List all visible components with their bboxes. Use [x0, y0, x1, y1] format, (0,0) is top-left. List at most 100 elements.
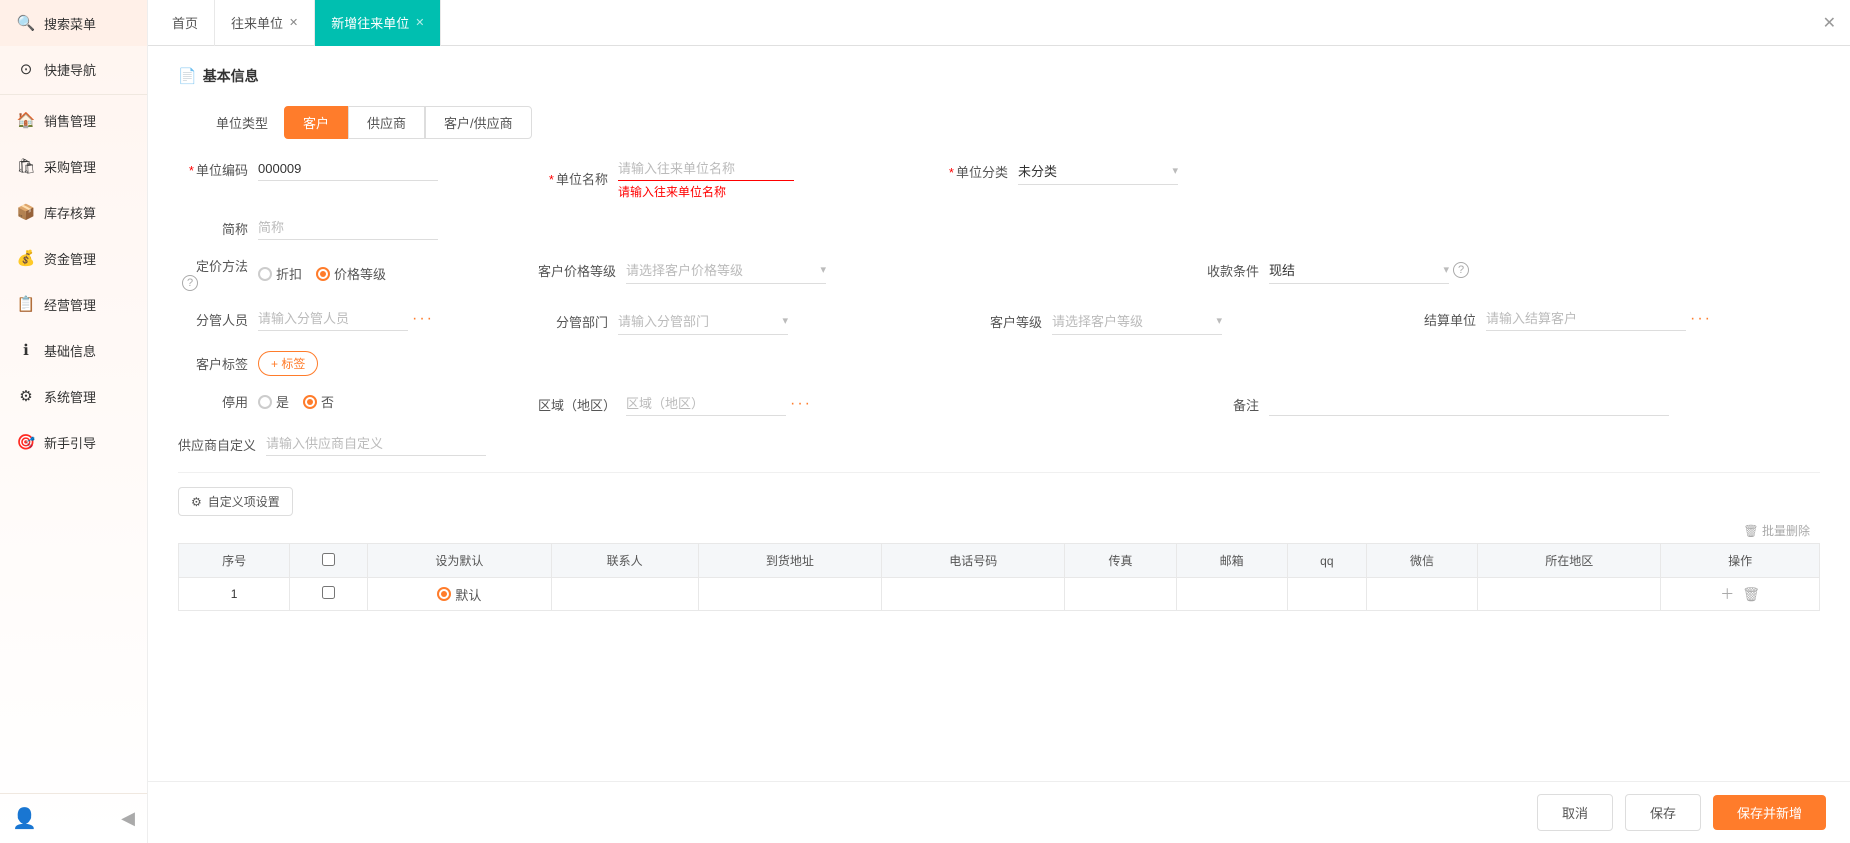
disable-yes[interactable]: 是 — [258, 392, 289, 411]
tab-partners[interactable]: 往来单位 ✕ — [215, 0, 315, 46]
sidebar-item-label: 资金管理 — [44, 249, 96, 268]
sales-icon: 🏠 — [16, 110, 36, 130]
sidebar-item-label: 销售管理 — [44, 111, 96, 130]
table-section: ⚙ 自定义项设置 🗑 批量删除 序号 设为默认 联系人 到货地址 — [178, 472, 1820, 611]
unit-type-row: 单位类型 客户 供应商 客户/供应商 — [178, 106, 1820, 139]
main-area: 首页 往来单位 ✕ 新增往来单位 ✕ ✕ 📄 基本信息 单位类型 客户 供应商 — [148, 0, 1850, 843]
row-checkbox[interactable] — [322, 586, 335, 599]
price-level-select[interactable]: 请选择客户价格等级 ▾ — [626, 256, 826, 284]
add-row-button[interactable]: ＋ — [1720, 584, 1734, 604]
col-address: 到货地址 — [698, 544, 881, 578]
pricing-discount-radio[interactable] — [258, 267, 272, 281]
delete-row-button[interactable]: 🗑 — [1742, 586, 1760, 603]
sidebar-item-purchase[interactable]: 🛍 采购管理 — [0, 143, 147, 189]
field-supplier-custom: 供应商自定义 — [178, 432, 598, 456]
inventory-icon: 📦 — [16, 202, 36, 222]
notes-input[interactable] — [1269, 392, 1669, 416]
name-input[interactable] — [618, 157, 794, 181]
manager-dots[interactable]: ··· — [408, 310, 438, 328]
cancel-button[interactable]: 取消 — [1537, 794, 1613, 831]
dept-placeholder: 请输入分管部门 — [618, 311, 778, 330]
row-pricing: 定价方法 ? 折扣 价格等级 — [178, 256, 1820, 291]
unit-type-customer[interactable]: 客户 — [284, 106, 348, 139]
row-location — [1478, 578, 1661, 611]
save-button[interactable]: 保存 — [1625, 794, 1701, 831]
disable-no-radio[interactable] — [303, 395, 317, 409]
field-pricing-method: 定价方法 ? 折扣 价格等级 — [178, 256, 518, 291]
sidebar-item-search[interactable]: 🔍 搜索菜单 — [0, 0, 147, 46]
category-label: *单位分类 — [938, 162, 1018, 181]
row-default-radio[interactable] — [437, 587, 451, 601]
tab-home[interactable]: 首页 — [156, 0, 215, 46]
payment-label: 收款条件 — [1189, 261, 1269, 280]
table-row: 1 默认 — [179, 578, 1820, 611]
row-email — [1176, 578, 1287, 611]
code-input[interactable] — [258, 157, 438, 181]
unit-type-supplier[interactable]: 供应商 — [348, 106, 425, 139]
table-head: 序号 设为默认 联系人 到货地址 电话号码 传真 邮箱 qq 微信 所在地区 操… — [179, 544, 1820, 578]
customer-level-select[interactable]: 请选择客户等级 ▾ — [1052, 307, 1222, 335]
region-label: 区域（地区） — [538, 395, 626, 414]
sidebar-item-finance[interactable]: 💰 资金管理 — [0, 235, 147, 281]
settlement-input[interactable] — [1486, 307, 1686, 331]
sidebar-item-guide[interactable]: 🎯 新手引导 — [0, 419, 147, 465]
field-price-level: 客户价格等级 请选择客户价格等级 ▾ — [538, 256, 1169, 284]
sidebar-item-basic-info[interactable]: ℹ 基础信息 — [0, 327, 147, 373]
field-customer-tag: 客户标签 + 标签 — [178, 351, 1820, 376]
shortname-input[interactable] — [258, 216, 438, 240]
tab-new-partner-close[interactable]: ✕ — [415, 16, 424, 29]
category-select[interactable]: 未分类 ▾ — [1018, 157, 1178, 185]
col-qq: qq — [1287, 544, 1366, 578]
tab-new-partner[interactable]: 新增往来单位 ✕ — [315, 0, 441, 46]
select-all-checkbox[interactable] — [322, 553, 335, 566]
row-fax — [1065, 578, 1176, 611]
field-notes: 备注 — [1189, 392, 1820, 416]
col-email: 邮箱 — [1176, 544, 1287, 578]
sys-icon: ⚙ — [16, 386, 36, 406]
payment-help[interactable]: ? — [1453, 262, 1469, 278]
tab-partners-close[interactable]: ✕ — [289, 16, 298, 29]
sidebar-item-operations[interactable]: 📋 经营管理 — [0, 281, 147, 327]
price-level-placeholder: 请选择客户价格等级 — [626, 260, 816, 279]
pricing-help[interactable]: ? — [182, 275, 198, 291]
disable-no[interactable]: 否 — [303, 392, 334, 411]
supplier-custom-label: 供应商自定义 — [178, 435, 266, 454]
custom-settings-button[interactable]: ⚙ 自定义项设置 — [178, 487, 293, 516]
sidebar-item-label: 基础信息 — [44, 341, 96, 360]
region-dots[interactable]: ··· — [786, 395, 816, 413]
pricing-discount[interactable]: 折扣 — [258, 264, 302, 283]
save-and-new-button[interactable]: 保存并新增 — [1713, 795, 1826, 830]
sidebar-item-inventory[interactable]: 📦 库存核算 — [0, 189, 147, 235]
unit-type-both[interactable]: 客户/供应商 — [425, 106, 532, 139]
supplier-custom-input[interactable] — [266, 432, 486, 456]
customer-level-label: 客户等级 — [972, 312, 1052, 331]
sidebar-item-sys-mgmt[interactable]: ⚙ 系统管理 — [0, 373, 147, 419]
field-shortname: 简称 — [178, 216, 518, 240]
field-dept: 分管部门 请输入分管部门 ▾ — [538, 307, 952, 335]
row-phone — [882, 578, 1065, 611]
row-default-cell: 默认 — [368, 578, 551, 611]
settlement-dots[interactable]: ··· — [1686, 310, 1716, 328]
pricing-level[interactable]: 价格等级 — [316, 264, 386, 283]
disable-radio-group: 是 否 — [258, 392, 334, 411]
dept-select[interactable]: 请输入分管部门 ▾ — [618, 307, 788, 335]
sidebar-item-sales[interactable]: 🏠 销售管理 — [0, 97, 147, 143]
table-body: 1 默认 — [179, 578, 1820, 611]
payment-select[interactable]: 现结 ▾ — [1269, 256, 1449, 284]
search-menu-icon: 🔍 — [16, 13, 36, 33]
price-level-label: 客户价格等级 — [538, 261, 626, 280]
row-qq — [1287, 578, 1366, 611]
notes-label: 备注 — [1189, 395, 1269, 414]
add-tag-button[interactable]: + 标签 — [258, 351, 318, 376]
row-default-radio-label[interactable]: 默认 — [374, 585, 544, 604]
field-category: *单位分类 未分类 ▾ — [938, 157, 1820, 185]
row-supplier-custom: 供应商自定义 — [178, 432, 1820, 456]
pricing-level-radio[interactable] — [316, 267, 330, 281]
region-input[interactable] — [626, 392, 786, 416]
disable-yes-radio[interactable] — [258, 395, 272, 409]
col-contact: 联系人 — [551, 544, 698, 578]
manager-input[interactable] — [258, 307, 408, 331]
close-all-tabs[interactable]: ✕ — [1809, 13, 1850, 33]
row-shortname: 简称 — [178, 216, 1820, 240]
sidebar-item-quicknav[interactable]: ⊙ 快捷导航 — [0, 46, 147, 92]
